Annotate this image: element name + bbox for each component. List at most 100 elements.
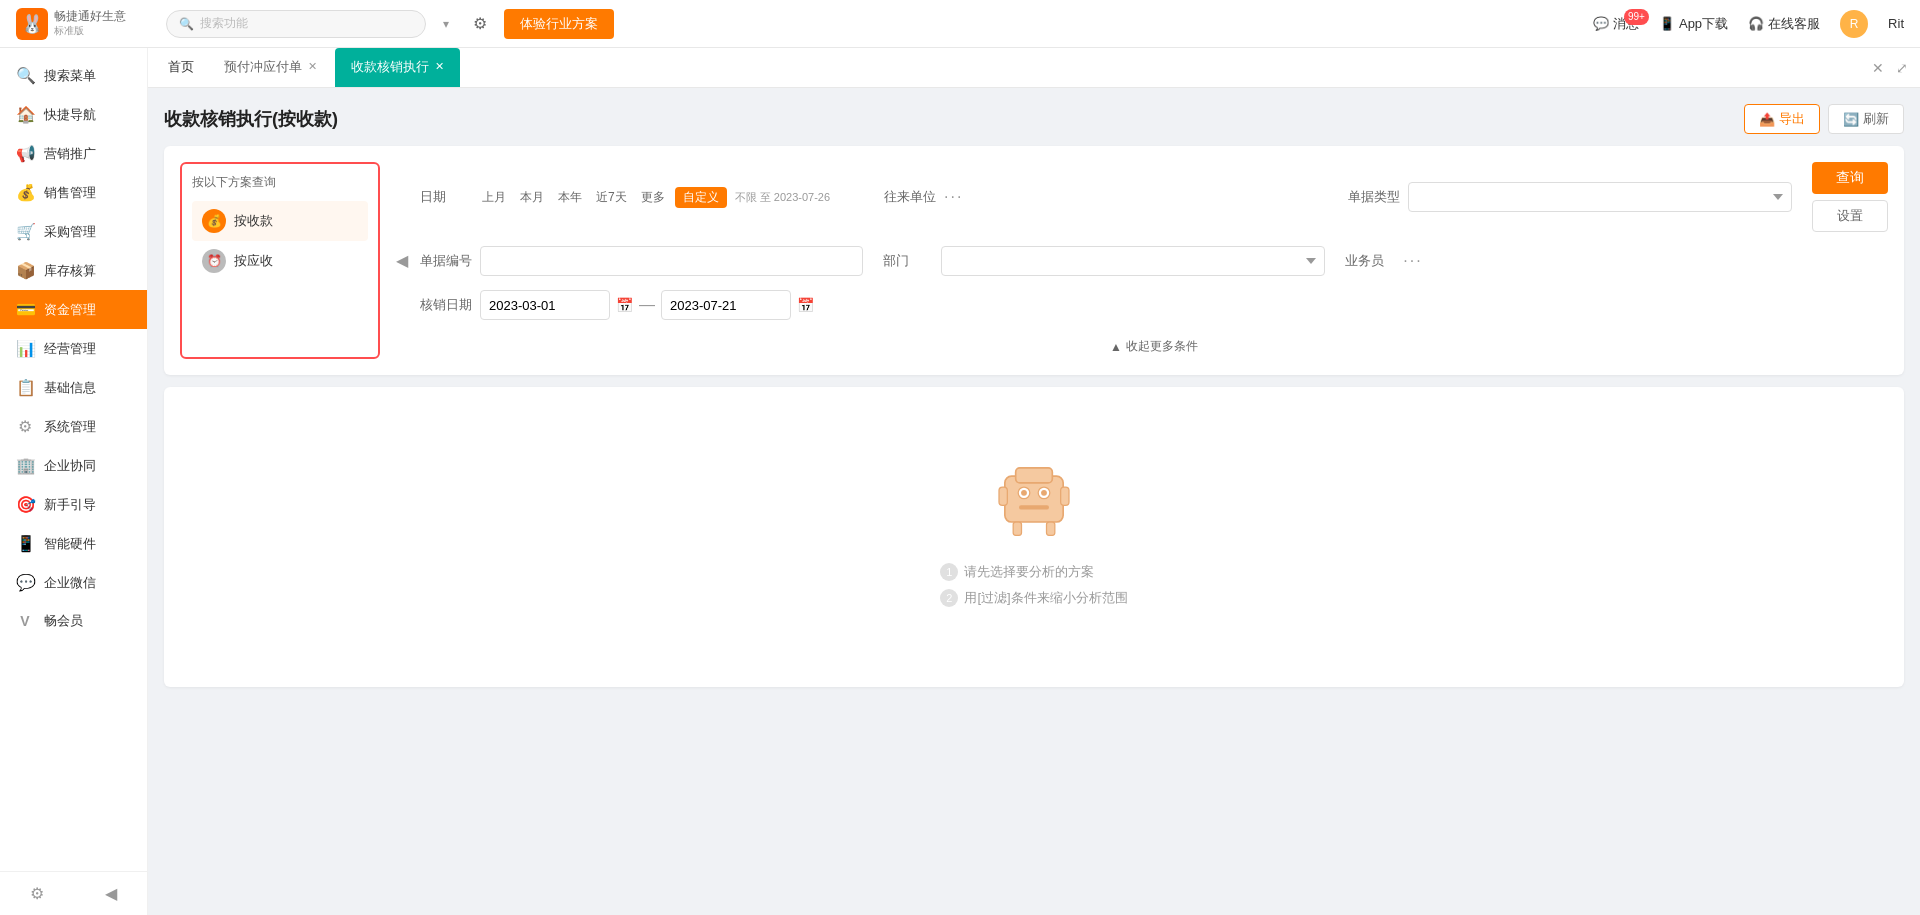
tab-writeoff[interactable]: 收款核销执行 ✕ [335, 48, 460, 87]
export-icon: 📤 [1759, 112, 1775, 127]
sidebar-item-sales[interactable]: 💰 销售管理 [0, 173, 147, 212]
content-area: 首页 预付冲应付单 ✕ 收款核销执行 ✕ ✕ ⤢ 收款核销执行(按收款) [148, 48, 1920, 915]
sidebar-item-guide[interactable]: 🎯 新手引导 [0, 485, 147, 524]
bill-no-filter-group: 单据编号 [420, 246, 863, 276]
search-bar[interactable]: 🔍 搜索功能 [166, 10, 426, 38]
sidebar-item-marketing[interactable]: 📢 营销推广 [0, 134, 147, 173]
online-service-button[interactable]: 🎧 在线客服 [1748, 15, 1820, 33]
date-filter-group: 日期 上月 本月 本年 近7天 更多 自定义 不限 至 2023-07-26 [420, 187, 864, 208]
refresh-label: 刷新 [1863, 110, 1889, 128]
query-item-by-receipt[interactable]: 💰 按收款 [192, 201, 368, 241]
salesperson-input[interactable]: ··· [1403, 252, 1422, 270]
operations-icon: 📊 [16, 339, 34, 358]
date-shortcut-custom[interactable]: 自定义 [675, 187, 727, 208]
date-nolimit-text: 不限 至 2023-07-26 [735, 190, 830, 205]
app-name: 畅捷通好生意 [54, 9, 126, 23]
search-dropdown-icon[interactable]: ▾ [436, 14, 456, 34]
settings-icon[interactable]: ⚙ [466, 10, 494, 38]
app-download-label: App下载 [1679, 15, 1728, 33]
date-range-separator: — [639, 296, 655, 314]
sidebar-label-quick-nav: 快捷导航 [44, 106, 96, 124]
industry-solution-button[interactable]: 体验行业方案 [504, 9, 614, 39]
writeoff-date-label: 核销日期 [420, 296, 472, 314]
sidebar-settings-icon[interactable]: ⚙ [30, 884, 44, 903]
collapse-more-button[interactable]: ▲ 收起更多条件 [420, 334, 1888, 359]
query-button[interactable]: 查询 [1812, 162, 1888, 194]
message-icon: 💬 [1593, 16, 1609, 31]
sidebar-collapse-icon[interactable]: ◀ [105, 884, 117, 903]
user-avatar[interactable]: R [1840, 10, 1868, 38]
svg-rect-1 [1016, 468, 1053, 483]
writeoff-date-range: 📅 — 📅 [480, 290, 814, 320]
sidebar-item-wechat[interactable]: 💬 企业微信 [0, 563, 147, 602]
sidebar-item-enterprise[interactable]: 🏢 企业协同 [0, 446, 147, 485]
svg-rect-7 [1013, 522, 1021, 535]
empty-state: 1 请先选择要分析的方案 2 用[过滤]条件来缩小分析范围 [164, 387, 1904, 667]
empty-hint-2: 2 用[过滤]条件来缩小分析范围 [940, 589, 1127, 607]
sidebar-item-system[interactable]: ⚙ 系统管理 [0, 407, 147, 446]
bill-type-label: 单据类型 [1348, 188, 1400, 206]
sidebar-item-operations[interactable]: 📊 经营管理 [0, 329, 147, 368]
bill-type-select[interactable] [1408, 182, 1792, 212]
tab-home[interactable]: 首页 [156, 48, 206, 87]
dept-select[interactable] [941, 246, 1326, 276]
member-icon: V [16, 613, 34, 629]
tab-prepay[interactable]: 预付冲应付单 ✕ [208, 48, 333, 87]
sidebar-item-search-menu[interactable]: 🔍 搜索菜单 [0, 56, 147, 95]
tab-prepay-close-icon[interactable]: ✕ [308, 60, 317, 73]
filter-row-1: 日期 上月 本月 本年 近7天 更多 自定义 不限 至 2023-07-26 [420, 162, 1888, 232]
writeoff-end-calendar-icon[interactable]: 📅 [797, 297, 814, 313]
svg-rect-6 [1019, 505, 1049, 509]
service-icon: 🎧 [1748, 16, 1764, 31]
main-layout: 🔍 搜索菜单 🏠 快捷导航 📢 营销推广 💰 销售管理 🛒 采购管理 📦 库存核… [0, 48, 1920, 915]
sidebar-label-basic-info: 基础信息 [44, 379, 96, 397]
collapse-icon: ▲ [1110, 340, 1122, 354]
date-shortcut-this-month[interactable]: 本月 [516, 187, 548, 208]
writeoff-start-calendar-icon[interactable]: 📅 [616, 297, 633, 313]
sidebar-item-member[interactable]: V 畅会员 [0, 602, 147, 640]
sidebar-item-basic-info[interactable]: 📋 基础信息 [0, 368, 147, 407]
sidebar-item-hardware[interactable]: 📱 智能硬件 [0, 524, 147, 563]
tab-expand-icon[interactable]: ⤢ [1892, 56, 1912, 80]
sidebar-item-quick-nav[interactable]: 🏠 快捷导航 [0, 95, 147, 134]
tab-close-all-icon[interactable]: ✕ [1868, 56, 1888, 80]
guide-icon: 🎯 [16, 495, 34, 514]
filter-row-3: 核销日期 📅 — 📅 [420, 290, 1888, 320]
setting-button[interactable]: 设置 [1812, 200, 1888, 232]
writeoff-start-input[interactable] [480, 290, 610, 320]
date-shortcut-more[interactable]: 更多 [637, 187, 669, 208]
username-label: Rit [1888, 16, 1904, 31]
sidebar-item-finance[interactable]: 💳 资金管理 [0, 290, 147, 329]
tab-writeoff-close-icon[interactable]: ✕ [435, 60, 444, 73]
message-button[interactable]: 💬 消息 99+ [1593, 15, 1639, 33]
svg-point-4 [1021, 490, 1027, 496]
system-icon: ⚙ [16, 417, 34, 436]
by-receivable-label: 按应收 [234, 252, 273, 270]
date-shortcut-7days[interactable]: 近7天 [592, 187, 631, 208]
bill-no-input[interactable] [480, 246, 863, 276]
counterparty-label: 往来单位 [884, 188, 936, 206]
page-title: 收款核销执行(按收款) [164, 107, 338, 131]
refresh-button[interactable]: 🔄 刷新 [1828, 104, 1904, 134]
query-item-by-receivable[interactable]: ⏰ 按应收 [192, 241, 368, 281]
avatar-initials: R [1850, 17, 1859, 31]
date-label: 日期 [420, 188, 470, 206]
hint-text-1: 请先选择要分析的方案 [964, 563, 1094, 581]
writeoff-end-input[interactable] [661, 290, 791, 320]
sidebar-label-finance: 资金管理 [44, 301, 96, 319]
basic-info-icon: 📋 [16, 378, 34, 397]
sidebar: 🔍 搜索菜单 🏠 快捷导航 📢 营销推广 💰 销售管理 🛒 采购管理 📦 库存核… [0, 48, 148, 915]
hardware-icon: 📱 [16, 534, 34, 553]
export-button[interactable]: 📤 导出 [1744, 104, 1820, 134]
svg-rect-9 [999, 487, 1007, 505]
salesperson-filter-group: 业务员 ··· [1345, 252, 1788, 270]
date-shortcut-this-year[interactable]: 本年 [554, 187, 586, 208]
sidebar-label-sales: 销售管理 [44, 184, 96, 202]
collapse-left-icon: ◀ [396, 251, 408, 270]
counterparty-input[interactable]: ··· [944, 188, 963, 206]
sidebar-item-purchase[interactable]: 🛒 采购管理 [0, 212, 147, 251]
date-shortcut-last-month[interactable]: 上月 [478, 187, 510, 208]
query-collapse-button[interactable]: ◀ [396, 162, 408, 359]
app-download-button[interactable]: 📱 App下载 [1659, 15, 1728, 33]
sidebar-item-inventory[interactable]: 📦 库存核算 [0, 251, 147, 290]
